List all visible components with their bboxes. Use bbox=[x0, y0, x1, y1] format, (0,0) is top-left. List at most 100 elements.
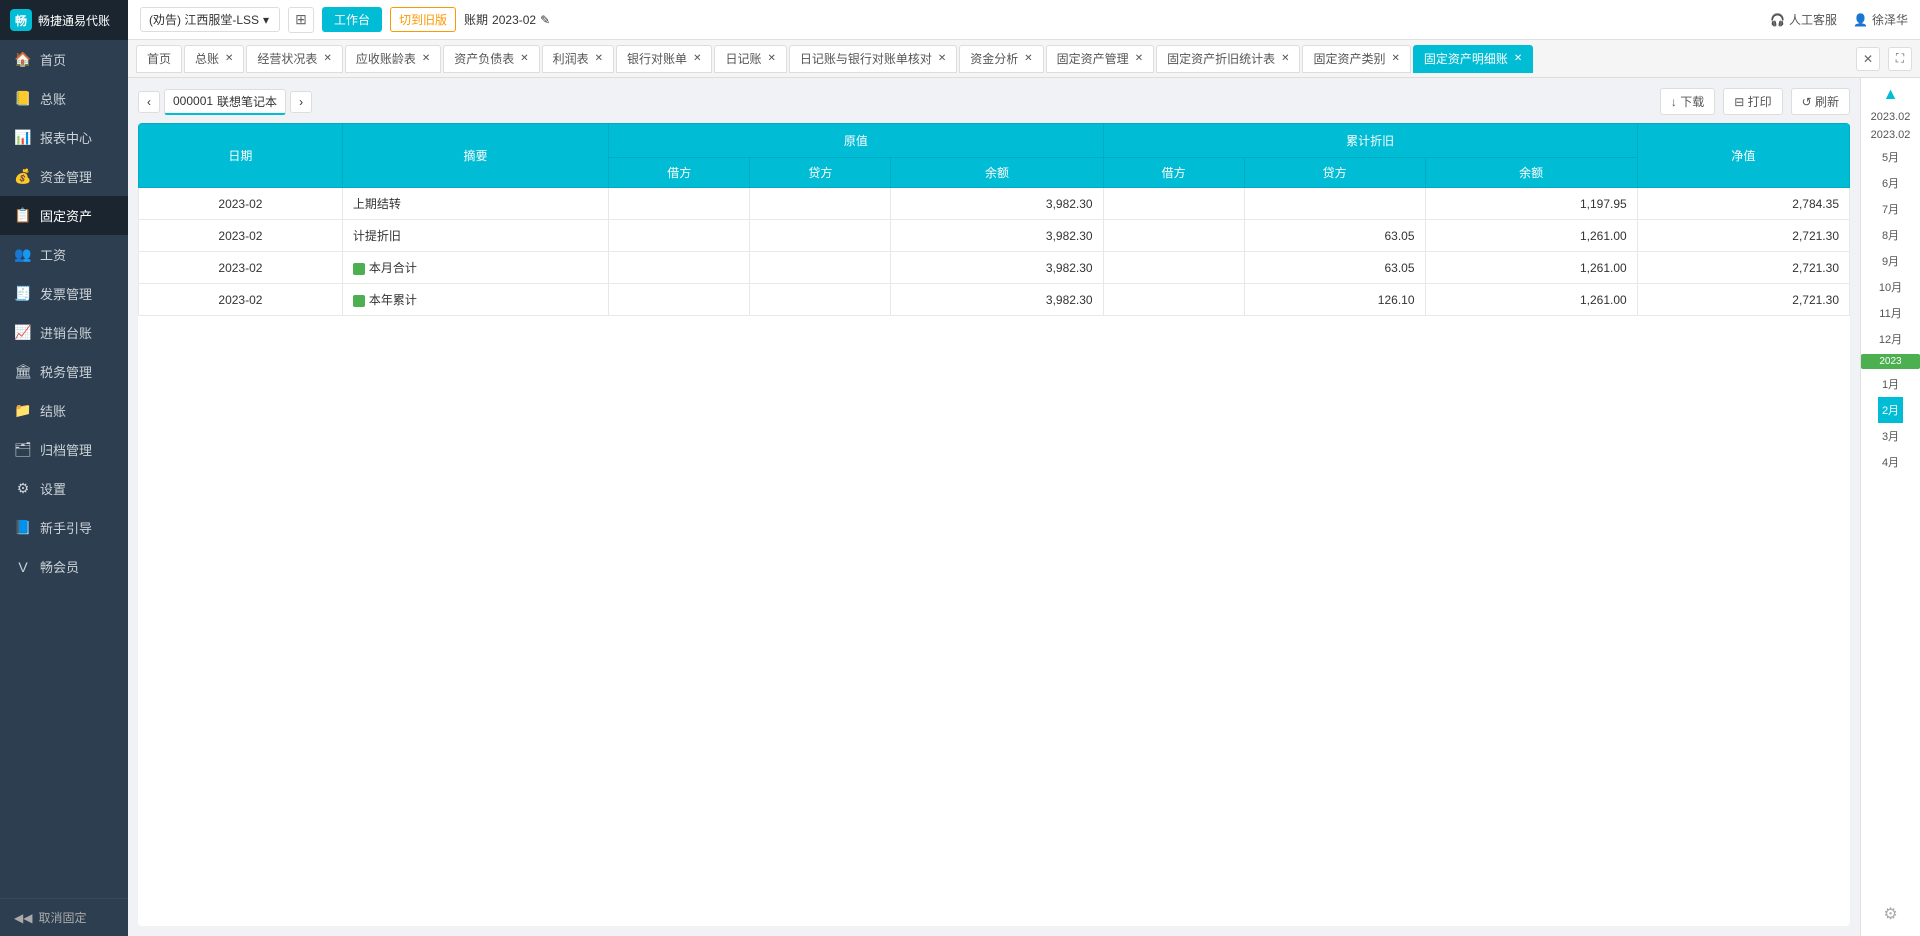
tab-close-8[interactable]: ✕ bbox=[938, 53, 946, 64]
settings-icon[interactable]: ⚙ bbox=[1875, 896, 1905, 932]
month-item-10月[interactable]: 10月 bbox=[1875, 274, 1906, 300]
month-item-4月[interactable]: 4月 bbox=[1878, 449, 1903, 475]
workbench-button[interactable]: 工作台 bbox=[322, 7, 382, 32]
breadcrumb-current[interactable]: 000001 联想笔记本 bbox=[164, 89, 286, 115]
refresh-button[interactable]: ↺ 刷新 bbox=[1791, 88, 1850, 115]
sidebar-label-1: 总账 bbox=[40, 89, 66, 108]
logo-icon: 畅 bbox=[10, 9, 32, 31]
tab-4[interactable]: 资产负债表 ✕ bbox=[443, 45, 539, 73]
th-yz-credit: 贷方 bbox=[750, 158, 891, 188]
tab-close-1[interactable]: ✕ bbox=[225, 53, 233, 64]
sidebar-item-5[interactable]: 👥工资 bbox=[0, 235, 128, 274]
tab-close-5[interactable]: ✕ bbox=[595, 53, 603, 64]
tab-8[interactable]: 日记账与银行对账单核对✕ bbox=[789, 45, 957, 73]
tab-label-4: 资产负债表 bbox=[454, 50, 514, 67]
month-item-2月[interactable]: 2月 bbox=[1878, 397, 1903, 423]
tab-label-0: 首页 bbox=[147, 50, 171, 67]
scroll-up-button[interactable]: ▲ bbox=[1879, 82, 1903, 108]
sidebar-item-9[interactable]: 📁结账 bbox=[0, 391, 128, 430]
breadcrumb-prev[interactable]: ‹ bbox=[138, 91, 160, 113]
cell-lj-credit-0 bbox=[1244, 188, 1425, 220]
cell-date-0: 2023-02 bbox=[139, 188, 343, 220]
download-button[interactable]: ↓ 下载 bbox=[1660, 88, 1715, 115]
tab-close-9[interactable]: ✕ bbox=[1024, 53, 1032, 64]
tab-close-2[interactable]: ✕ bbox=[323, 53, 331, 64]
sidebar-icon-1: 📒 bbox=[14, 90, 32, 107]
tab-5[interactable]: 利润表✕ bbox=[542, 45, 614, 73]
sidebar-item-4[interactable]: 📋固定资产 bbox=[0, 196, 128, 235]
tab-1[interactable]: 总账✕ bbox=[184, 45, 244, 73]
tab-label-9: 资金分析 bbox=[970, 50, 1018, 67]
sidebar-item-2[interactable]: 📊报表中心 bbox=[0, 118, 128, 157]
th-summary: 摘要 bbox=[342, 124, 608, 188]
username-label: 徐泽华 bbox=[1872, 11, 1908, 28]
month-item-12月[interactable]: 12月 bbox=[1875, 326, 1906, 352]
user-profile[interactable]: 👤 徐泽华 bbox=[1853, 11, 1908, 28]
human-service-btn[interactable]: 🎧 人工客服 bbox=[1770, 11, 1837, 28]
tab-13[interactable]: 固定资产明细账✕ bbox=[1413, 45, 1533, 73]
month-item-9月[interactable]: 9月 bbox=[1875, 248, 1906, 274]
right-date-panel: ▲ 2023.02 2023.02 5月6月7月8月9月10月11月12月 20… bbox=[1860, 78, 1920, 936]
th-date: 日期 bbox=[139, 124, 343, 188]
cell-summary-3: 本年累计 bbox=[342, 284, 608, 316]
sidebar-item-13[interactable]: V畅会员 bbox=[0, 547, 128, 586]
tab-close-all-button[interactable]: ✕ bbox=[1856, 47, 1880, 71]
tab-close-13[interactable]: ✕ bbox=[1514, 53, 1522, 64]
period-label: 账期 bbox=[464, 11, 488, 28]
month-item-3月[interactable]: 3月 bbox=[1878, 423, 1903, 449]
tab-9[interactable]: 资金分析 ✕ bbox=[959, 45, 1043, 73]
print-button[interactable]: ⊟ 打印 bbox=[1723, 88, 1782, 115]
company-selector[interactable]: (劝告) 江西服堂-LSS ▾ bbox=[140, 7, 280, 32]
tab-11[interactable]: 固定资产折旧统计表✕ bbox=[1156, 45, 1300, 73]
cell-summary-1: 计提折旧 bbox=[342, 220, 608, 252]
tab-close-10[interactable]: ✕ bbox=[1135, 53, 1143, 64]
breadcrumb-next[interactable]: › bbox=[290, 91, 312, 113]
sidebar-item-8[interactable]: 🏛税务管理 bbox=[0, 352, 128, 391]
period-edit-icon[interactable]: ✎ bbox=[540, 13, 550, 27]
tab-close-12[interactable]: ✕ bbox=[1392, 53, 1400, 64]
month-item-7月[interactable]: 7月 bbox=[1875, 196, 1906, 222]
month-item-1月[interactable]: 1月 bbox=[1878, 371, 1903, 397]
tab-close-7[interactable]: ✕ bbox=[767, 53, 775, 64]
sidebar-item-3[interactable]: 💰资金管理 bbox=[0, 157, 128, 196]
tab-0[interactable]: 首页 bbox=[136, 45, 182, 73]
sidebar-label-6: 发票管理 bbox=[40, 284, 92, 303]
month-item-8月[interactable]: 8月 bbox=[1875, 222, 1906, 248]
sidebar-item-10[interactable]: 🗂归档管理 bbox=[0, 430, 128, 469]
cell-lj-debit-2 bbox=[1103, 252, 1244, 284]
sidebar-label-12: 新手引导 bbox=[40, 518, 92, 537]
tab-maximize-button[interactable]: ⛶ bbox=[1888, 47, 1912, 71]
sidebar-item-0[interactable]: 🏠首页 bbox=[0, 40, 128, 79]
month-item-11月[interactable]: 11月 bbox=[1875, 300, 1906, 326]
month-item-6月[interactable]: 6月 bbox=[1875, 170, 1906, 196]
tab-6[interactable]: 银行对账单✕ bbox=[616, 45, 712, 73]
tab-7[interactable]: 日记账✕ bbox=[714, 45, 786, 73]
sidebar-label-9: 结账 bbox=[40, 401, 66, 420]
oldver-button[interactable]: 切到旧版 bbox=[390, 7, 456, 32]
sidebar-unpin[interactable]: ◀◀ 取消固定 bbox=[0, 898, 128, 936]
sidebar-icon-6: 🧾 bbox=[14, 285, 32, 302]
sidebar-item-11[interactable]: ⚙设置 bbox=[0, 469, 128, 508]
table-row-3: 2023-02 本年累计 3,982.30 126.10 1,261.00 2,… bbox=[139, 284, 1850, 316]
cell-yz-credit-3 bbox=[750, 284, 891, 316]
sidebar-item-1[interactable]: 📒 总账 bbox=[0, 79, 128, 118]
sidebar-item-12[interactable]: 📘新手引导 bbox=[0, 508, 128, 547]
tab-close-6[interactable]: ✕ bbox=[693, 53, 701, 64]
th-lj-credit: 贷方 bbox=[1244, 158, 1425, 188]
sidebar-label-2: 报表中心 bbox=[40, 128, 92, 147]
sidebar-icon-5: 👥 bbox=[14, 246, 32, 263]
month-item-5月[interactable]: 5月 bbox=[1875, 144, 1906, 170]
cell-yz-debit-1 bbox=[609, 220, 750, 252]
sidebar-item-7[interactable]: 📈进销台账 bbox=[0, 313, 128, 352]
tab-3[interactable]: 应收账龄表✕ bbox=[345, 45, 441, 73]
sidebar-label-0: 首页 bbox=[40, 50, 66, 69]
sidebar-icon-11: ⚙ bbox=[14, 480, 32, 497]
tab-close-4[interactable]: ✕ bbox=[520, 53, 528, 64]
sidebar-item-6[interactable]: 🧾 发票管理 bbox=[0, 274, 128, 313]
copy-button[interactable]: ⊞ bbox=[288, 7, 314, 33]
tab-close-11[interactable]: ✕ bbox=[1281, 53, 1289, 64]
tab-10[interactable]: 固定资产管理✕ bbox=[1046, 45, 1154, 73]
tab-2[interactable]: 经营状况表✕ bbox=[246, 45, 342, 73]
tab-close-3[interactable]: ✕ bbox=[422, 53, 430, 64]
tab-12[interactable]: 固定资产类别✕ bbox=[1302, 45, 1410, 73]
